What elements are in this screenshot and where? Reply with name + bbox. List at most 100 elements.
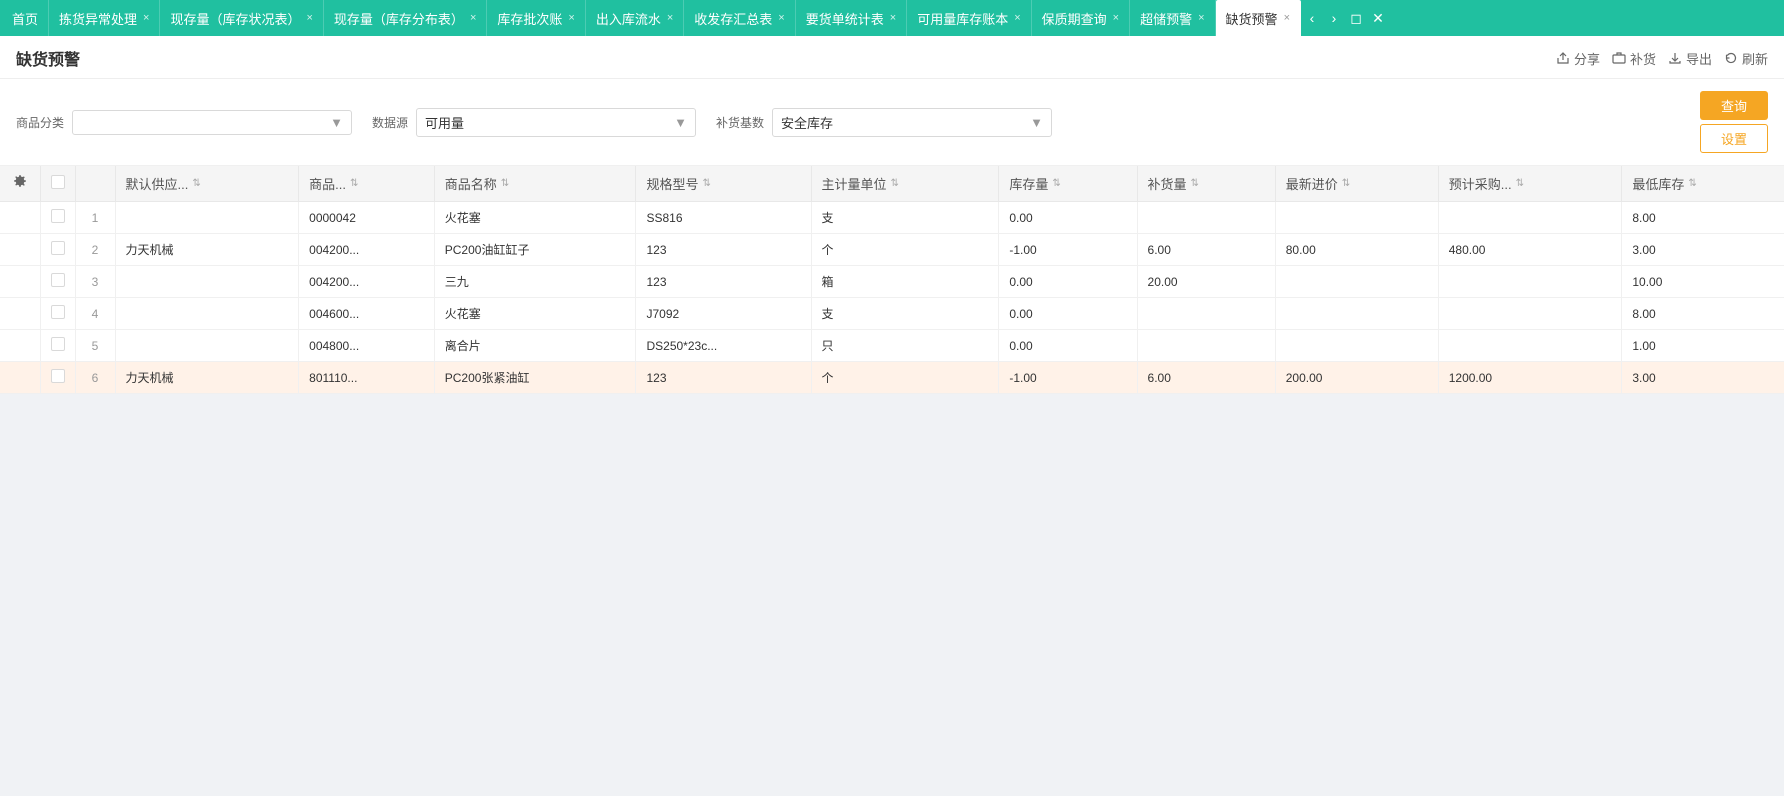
- th-checkbox: [40, 166, 75, 202]
- th-unit[interactable]: 主计量单位 ⇅: [811, 166, 999, 202]
- row-min-stock: 1.00: [1622, 330, 1784, 362]
- th-supplement-qty[interactable]: 补货量 ⇅: [1137, 166, 1275, 202]
- tab-prev-btn[interactable]: ‹: [1301, 0, 1323, 36]
- row-goods-name: PC200油缸缸子: [434, 234, 636, 266]
- row-checkbox[interactable]: [51, 209, 65, 223]
- th-goods-name[interactable]: 商品名称 ⇅: [434, 166, 636, 202]
- table-row[interactable]: 3 004200... 三九 123 箱 0.00 20.00 10.00: [0, 266, 1784, 298]
- close-tab-picking[interactable]: ×: [143, 12, 149, 24]
- tab-inout[interactable]: 出入库流水 ×: [586, 0, 684, 36]
- th-estimated[interactable]: 预计采购... ⇅: [1438, 166, 1622, 202]
- tab-close-all-btn[interactable]: ✕: [1367, 0, 1389, 36]
- row-checkbox[interactable]: [51, 273, 65, 287]
- table-row[interactable]: 4 004600... 火花塞 J7092 支 0.00 8.00: [0, 298, 1784, 330]
- th-stock[interactable]: 库存量 ⇅: [999, 166, 1137, 202]
- row-spec: J7092: [636, 298, 811, 330]
- row-settings-cell: [0, 330, 40, 362]
- settings-button[interactable]: 设置: [1700, 124, 1768, 153]
- tab-shortage[interactable]: 缺货预警 ×: [1216, 0, 1301, 36]
- row-settings-cell: [0, 202, 40, 234]
- table-row[interactable]: 1 0000042 火花塞 SS816 支 0.00 8.00: [0, 202, 1784, 234]
- row-estimated-purchase: [1438, 330, 1622, 362]
- tab-expiry[interactable]: 保质期查询 ×: [1032, 0, 1130, 36]
- row-unit: 个: [811, 362, 999, 394]
- close-tab-expiry[interactable]: ×: [1113, 12, 1119, 24]
- row-latest-price: [1275, 298, 1438, 330]
- datasource-select[interactable]: 可用量 ▼: [416, 108, 696, 137]
- close-tab-inout[interactable]: ×: [667, 12, 673, 24]
- row-num: 6: [75, 362, 115, 394]
- sort-price-icon: ⇅: [1342, 178, 1350, 189]
- sort-supp-qty-icon: ⇅: [1191, 178, 1199, 189]
- th-num: [75, 166, 115, 202]
- query-button[interactable]: 查询: [1700, 91, 1768, 120]
- tab-restore-btn[interactable]: ◻: [1345, 0, 1367, 36]
- row-goods-name: 离合片: [434, 330, 636, 362]
- row-estimated-purchase: 1200.00: [1438, 362, 1622, 394]
- close-tab-summary[interactable]: ×: [778, 12, 784, 24]
- tab-summary[interactable]: 收发存汇总表 ×: [684, 0, 795, 36]
- row-checkbox[interactable]: [51, 305, 65, 319]
- th-min-stock[interactable]: 最低库存 ⇅: [1622, 166, 1784, 202]
- page-title: 缺货预警: [16, 46, 80, 70]
- row-unit: 支: [811, 202, 999, 234]
- row-unit: 个: [811, 234, 999, 266]
- supplement-icon: [1612, 51, 1626, 65]
- row-min-stock: 3.00: [1622, 234, 1784, 266]
- close-tab-shortage[interactable]: ×: [1284, 12, 1290, 24]
- header-actions: 分享 补货 导出 刷新: [1556, 49, 1768, 68]
- row-checkbox[interactable]: [51, 369, 65, 383]
- tab-home[interactable]: 首页: [2, 0, 49, 36]
- close-tab-requisition[interactable]: ×: [890, 12, 896, 24]
- tab-overstock[interactable]: 超储预警 ×: [1130, 0, 1215, 36]
- th-spec[interactable]: 规格型号 ⇅: [636, 166, 811, 202]
- refresh-button[interactable]: 刷新: [1724, 49, 1768, 68]
- tab-stock-dist[interactable]: 现存量（库存分布表） ×: [324, 0, 487, 36]
- share-button[interactable]: 分享: [1556, 49, 1600, 68]
- close-tab-overstock[interactable]: ×: [1198, 12, 1204, 24]
- supplement-arrow-icon: ▼: [1030, 115, 1043, 130]
- row-goods-name: 三九: [434, 266, 636, 298]
- datasource-arrow-icon: ▼: [674, 115, 687, 130]
- tab-next-btn[interactable]: ›: [1323, 0, 1345, 36]
- column-settings-icon[interactable]: [12, 174, 28, 190]
- data-table: 默认供应... ⇅ 商品... ⇅ 商品名称 ⇅: [0, 166, 1784, 394]
- table-row[interactable]: 2 力天机械 004200... PC200油缸缸子 123 个 -1.00 6…: [0, 234, 1784, 266]
- tab-available[interactable]: 可用量库存账本 ×: [907, 0, 1031, 36]
- export-button[interactable]: 导出: [1668, 49, 1712, 68]
- filter-actions: 查询 设置: [1700, 91, 1768, 153]
- row-checkbox-cell: [40, 234, 75, 266]
- row-checkbox[interactable]: [51, 241, 65, 255]
- th-goods-code[interactable]: 商品... ⇅: [299, 166, 435, 202]
- table-row[interactable]: 5 004800... 离合片 DS250*23c... 只 0.00 1.00: [0, 330, 1784, 362]
- th-supplier[interactable]: 默认供应... ⇅: [115, 166, 299, 202]
- supplement-button[interactable]: 补货: [1612, 49, 1656, 68]
- close-tab-available[interactable]: ×: [1014, 12, 1020, 24]
- select-all-checkbox[interactable]: [51, 175, 65, 189]
- row-goods-code: 004200...: [299, 234, 435, 266]
- category-select[interactable]: ▼: [72, 110, 352, 135]
- row-latest-price: [1275, 202, 1438, 234]
- table-body: 1 0000042 火花塞 SS816 支 0.00 8.00 2 力天机械 0…: [0, 202, 1784, 394]
- sort-unit-icon: ⇅: [891, 178, 899, 189]
- row-spec: 123: [636, 234, 811, 266]
- table-row[interactable]: 6 力天机械 801110... PC200张紧油缸 123 个 -1.00 6…: [0, 362, 1784, 394]
- row-latest-price: 80.00: [1275, 234, 1438, 266]
- sort-estimated-icon: ⇅: [1516, 178, 1524, 189]
- filter-bar: 商品分类 ▼ 数据源 可用量 ▼ 补货基数 安全库存 ▼ 查询 设置: [0, 79, 1784, 166]
- datasource-label: 数据源: [372, 114, 408, 131]
- export-icon: [1668, 51, 1682, 65]
- close-tab-stock-status[interactable]: ×: [306, 12, 312, 24]
- row-checkbox[interactable]: [51, 337, 65, 351]
- tab-requisition[interactable]: 要货单统计表 ×: [796, 0, 907, 36]
- close-tab-batch[interactable]: ×: [568, 12, 574, 24]
- tab-picking[interactable]: 拣货异常处理 ×: [49, 0, 160, 36]
- supplement-select[interactable]: 安全库存 ▼: [772, 108, 1052, 137]
- row-supplement-qty: [1137, 330, 1275, 362]
- row-settings-cell: [0, 298, 40, 330]
- th-latest-price[interactable]: 最新进价 ⇅: [1275, 166, 1438, 202]
- tab-stock-status[interactable]: 现存量（库存状况表） ×: [160, 0, 323, 36]
- close-tab-stock-dist[interactable]: ×: [470, 12, 476, 24]
- tab-batch[interactable]: 库存批次账 ×: [487, 0, 585, 36]
- row-estimated-purchase: [1438, 202, 1622, 234]
